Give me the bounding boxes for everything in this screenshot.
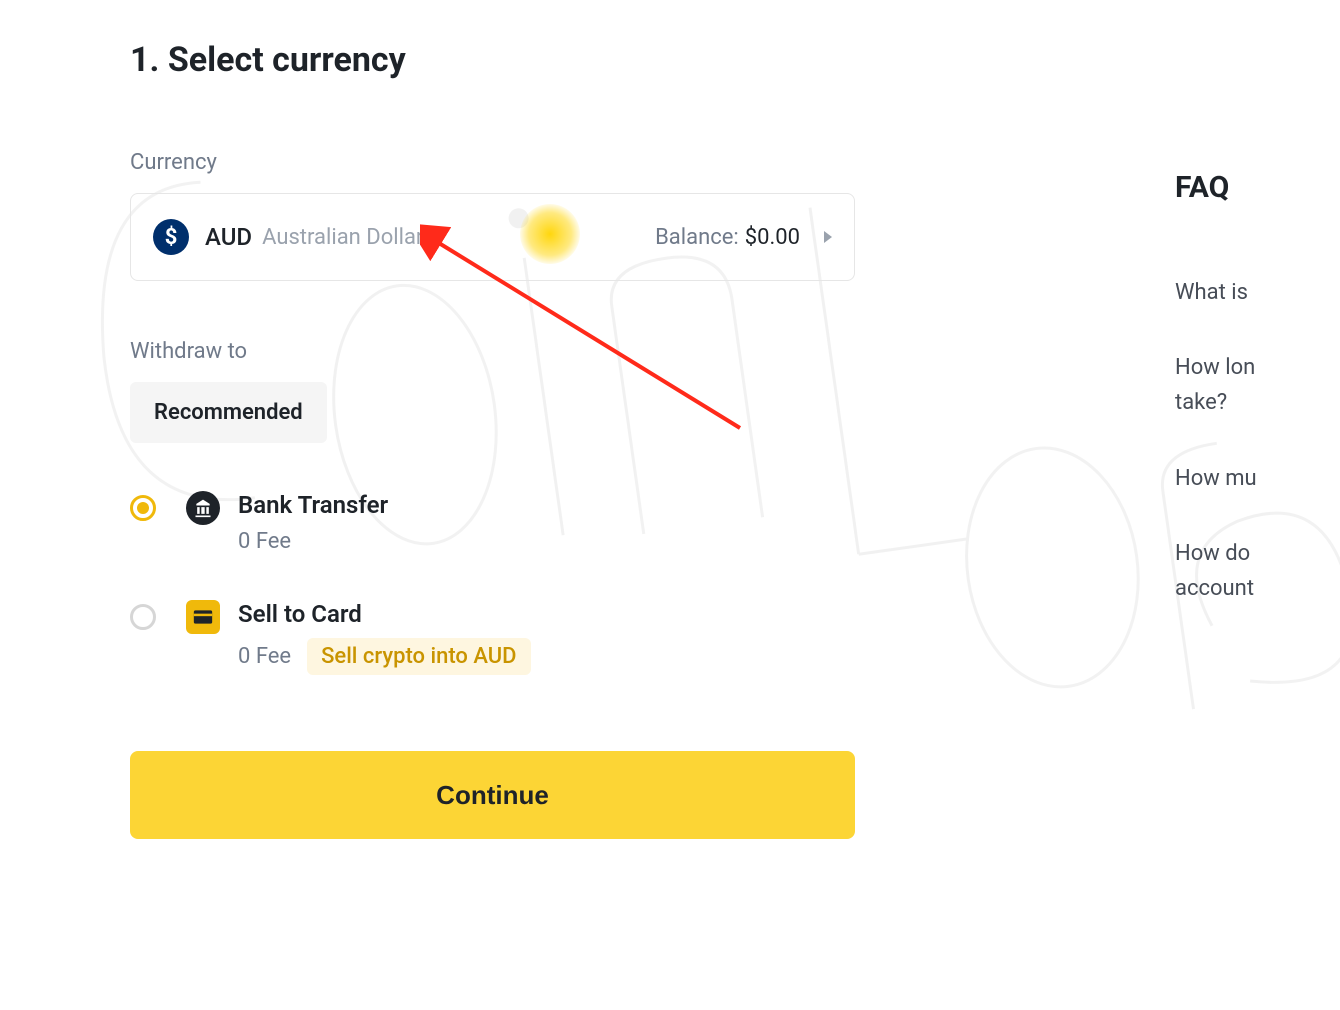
option-fee: 0 Fee [238,644,291,669]
option-sell-to-card[interactable]: Sell to Card 0 Fee Sell crypto into AUD [130,600,855,675]
main-form: 1. Select currency Currency $ AUD Austra… [130,40,855,839]
withdraw-to-label: Withdraw to [130,339,855,364]
faq-item[interactable]: How mu [1175,461,1340,496]
tab-recommended[interactable]: Recommended [130,382,327,443]
option-badge: Sell crypto into AUD [307,638,530,675]
currency-field-label: Currency [130,150,855,175]
dollar-icon: $ [153,219,189,255]
option-fee: 0 Fee [238,529,291,554]
option-title: Sell to Card [238,600,531,628]
balance-label: Balance: [655,225,739,250]
radio-bank-transfer[interactable] [130,495,156,521]
chevron-right-icon [824,231,832,243]
option-bank-transfer[interactable]: Bank Transfer 0 Fee [130,491,855,554]
currency-code: AUD [205,223,252,251]
option-title: Bank Transfer [238,491,388,519]
radio-sell-to-card[interactable] [130,604,156,630]
card-icon [186,600,220,634]
continue-button[interactable]: Continue [130,751,855,839]
step-heading: 1. Select currency [130,40,855,80]
bank-transfer-icon [186,491,220,525]
currency-name: Australian Dollar [262,225,423,250]
faq-item[interactable]: How lon take? [1175,350,1340,420]
faq-heading: FAQ [1175,170,1340,205]
currency-selector[interactable]: $ AUD Australian Dollar Balance: $0.00 [130,193,855,281]
balance-value: $0.00 [745,225,800,250]
faq-panel: FAQ What is How lon take? How mu How do … [1175,170,1340,646]
faq-item[interactable]: How do account [1175,536,1340,606]
faq-item[interactable]: What is [1175,275,1340,310]
